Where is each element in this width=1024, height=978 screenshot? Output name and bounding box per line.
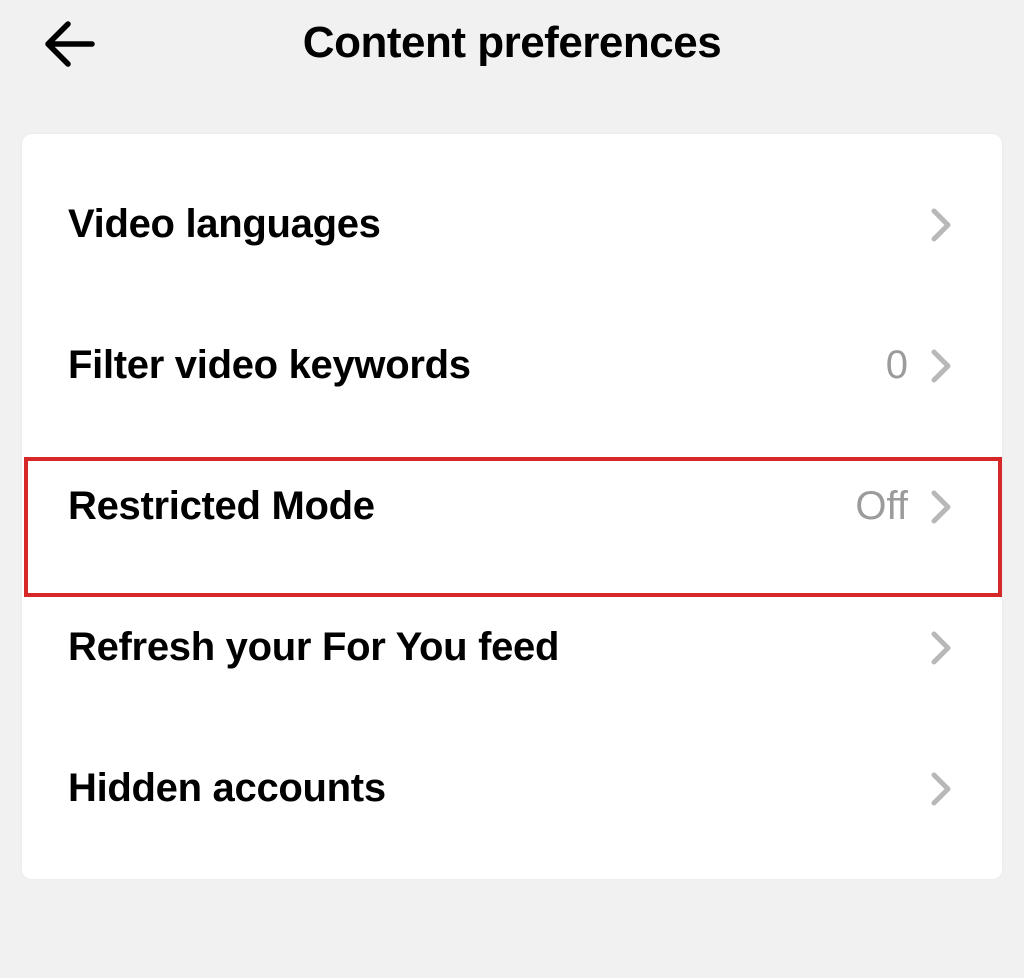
- list-item-right: [928, 205, 954, 245]
- list-item-label: Video languages: [68, 202, 381, 247]
- list-item-refresh-for-you[interactable]: Refresh your For You feed: [22, 577, 1002, 718]
- list-item-video-languages[interactable]: Video languages: [22, 154, 1002, 295]
- back-button[interactable]: [38, 14, 98, 74]
- list-item-label: Hidden accounts: [68, 766, 386, 811]
- chevron-right-icon: [928, 769, 954, 809]
- chevron-right-icon: [928, 487, 954, 527]
- settings-card: Video languages Filter video keywords 0 …: [22, 134, 1002, 879]
- list-item-label: Filter video keywords: [68, 343, 471, 388]
- list-item-label: Refresh your For You feed: [68, 625, 559, 670]
- chevron-right-icon: [928, 346, 954, 386]
- chevron-right-icon: [928, 628, 954, 668]
- list-item-value: 0: [886, 343, 908, 388]
- back-arrow-icon: [40, 16, 96, 72]
- header-bar: Content preferences: [0, 0, 1024, 88]
- list-item-right: 0: [886, 343, 954, 388]
- page-title: Content preferences: [24, 18, 1000, 68]
- list-item-right: [928, 628, 954, 668]
- list-item-restricted-mode[interactable]: Restricted Mode Off: [22, 436, 1002, 577]
- list-item-filter-video-keywords[interactable]: Filter video keywords 0: [22, 295, 1002, 436]
- chevron-right-icon: [928, 205, 954, 245]
- list-item-hidden-accounts[interactable]: Hidden accounts: [22, 718, 1002, 859]
- list-item-value: Off: [855, 484, 908, 529]
- list-item-right: [928, 769, 954, 809]
- list-item-label: Restricted Mode: [68, 484, 375, 529]
- list-item-right: Off: [855, 484, 954, 529]
